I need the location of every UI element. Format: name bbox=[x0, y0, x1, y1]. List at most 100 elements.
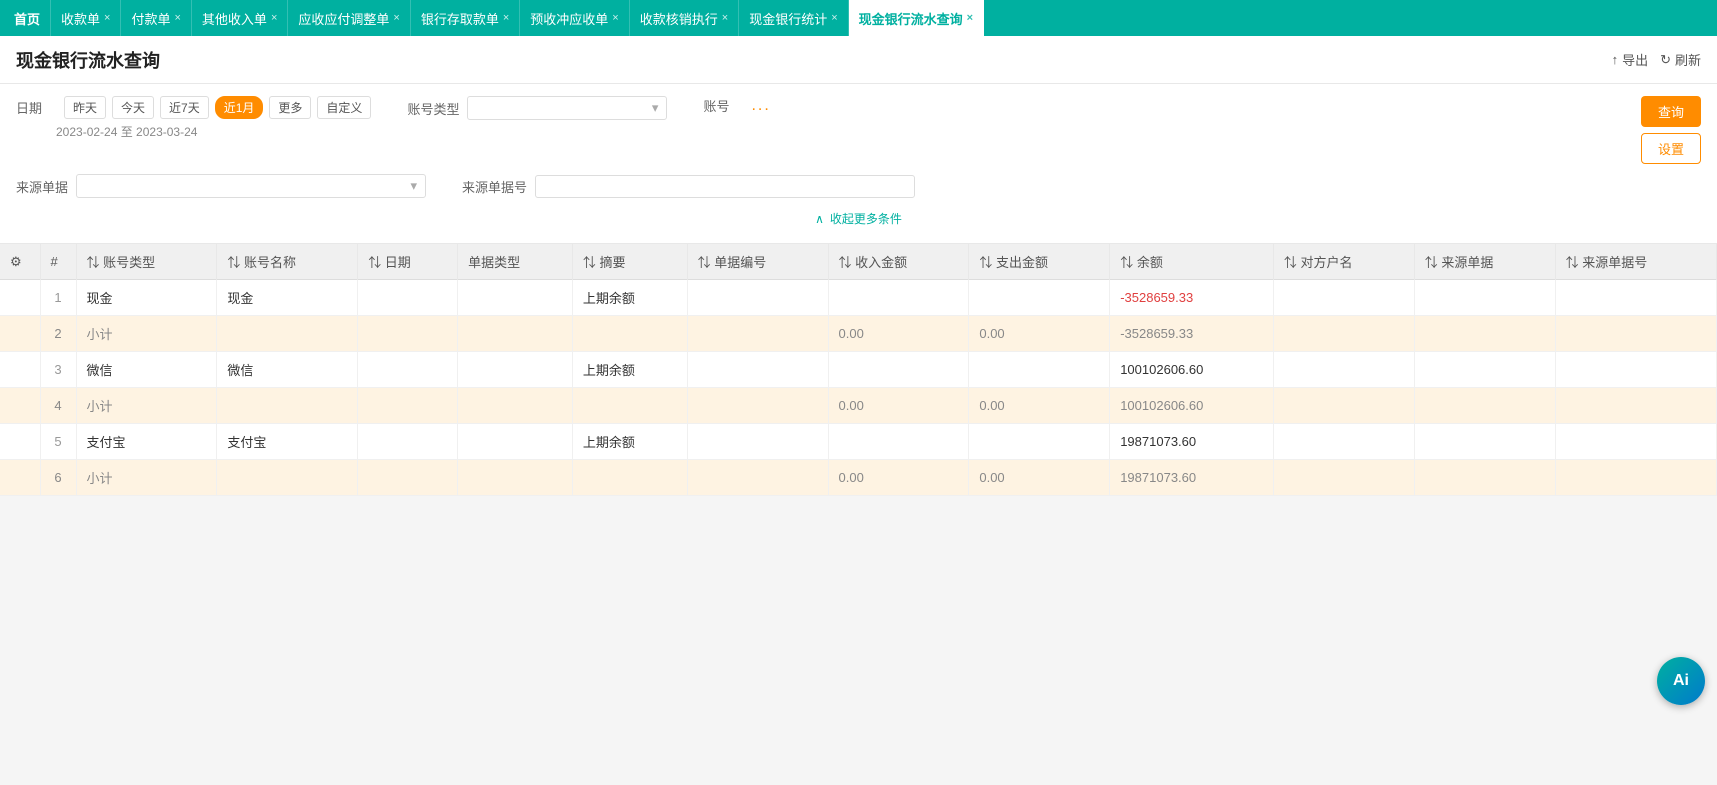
ai-label: Ai bbox=[1673, 672, 1689, 690]
nav-tab-7-close[interactable]: × bbox=[831, 12, 837, 24]
col-source-doc-no[interactable]: ⇅ 来源单据号 bbox=[1555, 244, 1716, 280]
col-balance[interactable]: ⇅ 余额 bbox=[1110, 244, 1274, 280]
nav-tab-8-close[interactable]: × bbox=[967, 12, 973, 24]
nav-tab-1-close[interactable]: × bbox=[174, 12, 180, 24]
row-doc-type bbox=[458, 424, 573, 460]
top-navigation: 首页 收款单 × 付款单 × 其他收入单 × 应收应付调整单 × 银行存取款单 … bbox=[0, 0, 1717, 36]
col-expense[interactable]: ⇅ 支出金额 bbox=[969, 244, 1110, 280]
row-doc-type bbox=[458, 280, 573, 316]
col-counterparty[interactable]: ⇅ 对方户名 bbox=[1273, 244, 1414, 280]
nav-tab-6-close[interactable]: × bbox=[722, 12, 728, 24]
account-more-btn[interactable]: ... bbox=[751, 97, 770, 115]
row-balance: 100102606.60 bbox=[1110, 388, 1274, 424]
query-button[interactable]: 查询 bbox=[1641, 96, 1701, 127]
row-date bbox=[358, 460, 458, 496]
row-summary: 上期余额 bbox=[572, 352, 687, 388]
row-doc-no bbox=[687, 280, 828, 316]
col-account-type[interactable]: ⇅ 账号类型 bbox=[76, 244, 217, 280]
date-btn-more[interactable]: 更多 bbox=[269, 96, 311, 119]
source-doc-no-input[interactable] bbox=[535, 175, 915, 198]
col-summary: ⇅ 摘要 bbox=[572, 244, 687, 280]
nav-tab-1[interactable]: 付款单 × bbox=[121, 0, 191, 36]
row-date bbox=[358, 352, 458, 388]
col-income[interactable]: ⇅ 收入金额 bbox=[828, 244, 969, 280]
row-doc-no bbox=[687, 352, 828, 388]
table-row: 4 小计 0.00 0.00 100102606.60 bbox=[0, 388, 1717, 424]
row-gear bbox=[0, 352, 40, 388]
refresh-icon: ↻ bbox=[1660, 52, 1671, 68]
row-doc-type bbox=[458, 460, 573, 496]
source-doc-no-label: 来源单据号 bbox=[462, 177, 527, 196]
source-doc-select[interactable]: ▾ bbox=[76, 174, 426, 198]
nav-tab-8[interactable]: 现金银行流水查询 × bbox=[849, 0, 984, 36]
row-expense bbox=[969, 280, 1110, 316]
row-account-type: 小计 bbox=[76, 316, 217, 352]
row-income bbox=[828, 352, 969, 388]
dropdown-icon: ▾ bbox=[652, 100, 659, 116]
col-account-name[interactable]: ⇅ 账号名称 bbox=[217, 244, 358, 280]
row-doc-no bbox=[687, 424, 828, 460]
row-source-doc-no bbox=[1555, 280, 1716, 316]
row-account-type: 小计 bbox=[76, 460, 217, 496]
row-summary bbox=[572, 388, 687, 424]
refresh-label: 刷新 bbox=[1675, 50, 1701, 69]
col-source-doc[interactable]: ⇅ 来源单据 bbox=[1414, 244, 1555, 280]
nav-home[interactable]: 首页 bbox=[4, 0, 51, 36]
date-btn-custom[interactable]: 自定义 bbox=[317, 96, 371, 119]
settings-button[interactable]: 设置 bbox=[1641, 133, 1701, 164]
col-date[interactable]: ⇅ 日期 bbox=[358, 244, 458, 280]
nav-tab-1-label: 付款单 bbox=[131, 9, 170, 28]
date-btn-today[interactable]: 今天 bbox=[112, 96, 154, 119]
nav-tab-5-label: 预收冲应收单 bbox=[530, 9, 608, 28]
nav-tab-3-close[interactable]: × bbox=[393, 12, 399, 24]
table-row: 2 小计 0.00 0.00 -3528659.33 bbox=[0, 316, 1717, 352]
row-source-doc bbox=[1414, 424, 1555, 460]
row-counterparty bbox=[1273, 424, 1414, 460]
row-source-doc bbox=[1414, 352, 1555, 388]
col-doc-no[interactable]: ⇅ 单据编号 bbox=[687, 244, 828, 280]
page-header: 现金银行流水查询 ↑ 导出 ↻ 刷新 bbox=[0, 36, 1717, 84]
nav-tab-4-close[interactable]: × bbox=[503, 12, 509, 24]
page-title: 现金银行流水查询 bbox=[16, 47, 160, 73]
nav-tab-4[interactable]: 银行存取款单 × bbox=[411, 0, 520, 36]
collapse-bar[interactable]: ∧ 收起更多条件 bbox=[16, 206, 1701, 231]
nav-tab-0-close[interactable]: × bbox=[104, 12, 110, 24]
main-table: ⚙ # ⇅ 账号类型 ⇅ 账号名称 ⇅ 日期 单据类型 ⇅ 摘要 ⇅ 单据编号 … bbox=[0, 244, 1717, 496]
collapse-label: 收起更多条件 bbox=[830, 210, 902, 227]
nav-tab-3[interactable]: 应收应付调整单 × bbox=[288, 0, 410, 36]
date-btn-1month[interactable]: 近1月 bbox=[215, 96, 264, 119]
row-doc-no bbox=[687, 316, 828, 352]
nav-tab-0[interactable]: 收款单 × bbox=[51, 0, 121, 36]
nav-tab-7[interactable]: 现金银行统计 × bbox=[739, 0, 848, 36]
row-doc-no bbox=[687, 388, 828, 424]
date-btn-yesterday[interactable]: 昨天 bbox=[64, 96, 106, 119]
nav-tab-6-label: 收款核销执行 bbox=[640, 9, 718, 28]
refresh-button[interactable]: ↻ 刷新 bbox=[1660, 50, 1701, 69]
row-num: 4 bbox=[40, 388, 76, 424]
account-type-select[interactable]: ▾ bbox=[467, 96, 667, 120]
date-btn-7days[interactable]: 近7天 bbox=[160, 96, 209, 119]
ai-badge[interactable]: Ai bbox=[1657, 657, 1705, 705]
col-doc-type: 单据类型 bbox=[458, 244, 573, 280]
export-icon: ↑ bbox=[1612, 52, 1619, 67]
row-gear bbox=[0, 316, 40, 352]
row-source-doc-no bbox=[1555, 424, 1716, 460]
export-button[interactable]: ↑ 导出 bbox=[1612, 50, 1649, 69]
nav-tab-6[interactable]: 收款核销执行 × bbox=[630, 0, 739, 36]
nav-tab-2-close[interactable]: × bbox=[271, 12, 277, 24]
col-gear[interactable]: ⚙ bbox=[0, 244, 40, 280]
table-header-row: ⚙ # ⇅ 账号类型 ⇅ 账号名称 ⇅ 日期 单据类型 ⇅ 摘要 ⇅ 单据编号 … bbox=[0, 244, 1717, 280]
filter-area: 日期 昨天 今天 近7天 近1月 更多 自定义 2023-02-24 至 202… bbox=[0, 84, 1717, 244]
nav-tab-2[interactable]: 其他收入单 × bbox=[192, 0, 288, 36]
row-account-name: 现金 bbox=[217, 280, 358, 316]
row-balance: 19871073.60 bbox=[1110, 460, 1274, 496]
row-source-doc-no bbox=[1555, 352, 1716, 388]
nav-tab-7-label: 现金银行统计 bbox=[749, 9, 827, 28]
row-num: 2 bbox=[40, 316, 76, 352]
nav-tab-5-close[interactable]: × bbox=[612, 12, 618, 24]
row-income: 0.00 bbox=[828, 460, 969, 496]
row-source-doc-no bbox=[1555, 388, 1716, 424]
nav-tab-4-label: 银行存取款单 bbox=[421, 9, 499, 28]
nav-tab-5[interactable]: 预收冲应收单 × bbox=[520, 0, 629, 36]
row-num: 5 bbox=[40, 424, 76, 460]
